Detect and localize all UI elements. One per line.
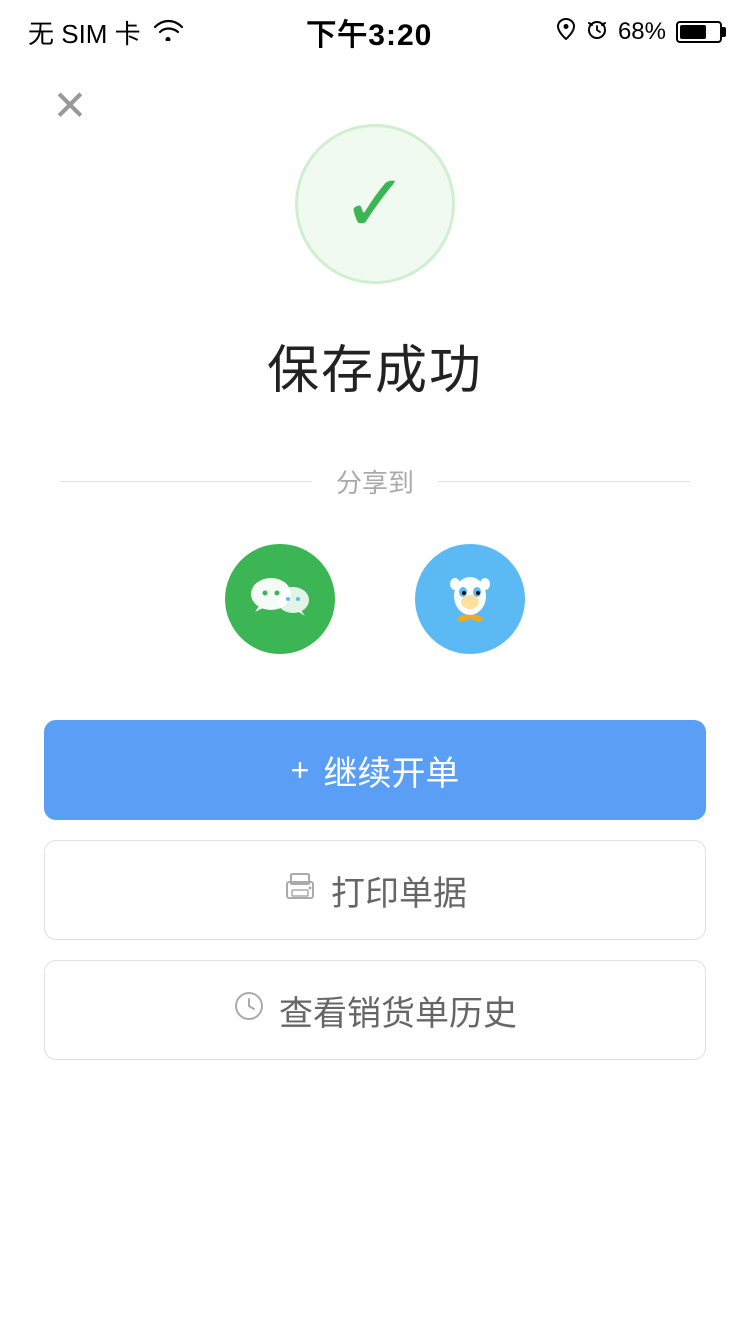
alarm-icon [586, 18, 608, 47]
status-left: 无 SIM 卡 [28, 14, 183, 51]
close-button[interactable]: ✕ [44, 80, 96, 132]
history-button[interactable]: 查看销货单历史 [44, 960, 706, 1060]
qq-icon [439, 568, 501, 630]
divider-row: 分享到 [0, 463, 750, 500]
history-label: 查看销货单历史 [279, 986, 517, 1035]
success-title: 保存成功 [267, 328, 483, 403]
clock-icon [233, 990, 265, 1030]
share-label: 分享到 [312, 463, 438, 500]
action-buttons: + 继续开单 打印单据 查看销货单历史 [0, 720, 750, 1060]
location-icon [556, 18, 576, 47]
print-label: 打印单据 [331, 866, 467, 915]
share-icons [225, 544, 525, 654]
no-sim-label: 无 SIM 卡 [28, 14, 141, 51]
print-button[interactable]: 打印单据 [44, 840, 706, 940]
printer-icon [283, 870, 317, 910]
plus-icon: + [291, 752, 310, 789]
status-bar: 无 SIM 卡 下午3:20 68% [0, 0, 750, 64]
wifi-icon [153, 17, 183, 48]
status-time: 下午3:20 [306, 10, 432, 54]
main-content: ✓ 保存成功 分享到 [0, 64, 750, 1060]
qq-share-button[interactable] [415, 544, 525, 654]
continue-label: 继续开单 [323, 746, 459, 795]
divider-right [438, 481, 690, 482]
close-icon: ✕ [52, 85, 87, 127]
divider-left [60, 481, 312, 482]
checkmark-icon: ✓ [341, 164, 408, 244]
share-section: 分享到 [0, 463, 750, 654]
status-right: 68% [556, 18, 722, 47]
wechat-icon [245, 564, 315, 634]
battery-percent: 68% [618, 18, 666, 46]
wechat-share-button[interactable] [225, 544, 335, 654]
battery-icon [676, 21, 722, 43]
success-circle: ✓ [295, 124, 455, 284]
continue-button[interactable]: + 继续开单 [44, 720, 706, 820]
